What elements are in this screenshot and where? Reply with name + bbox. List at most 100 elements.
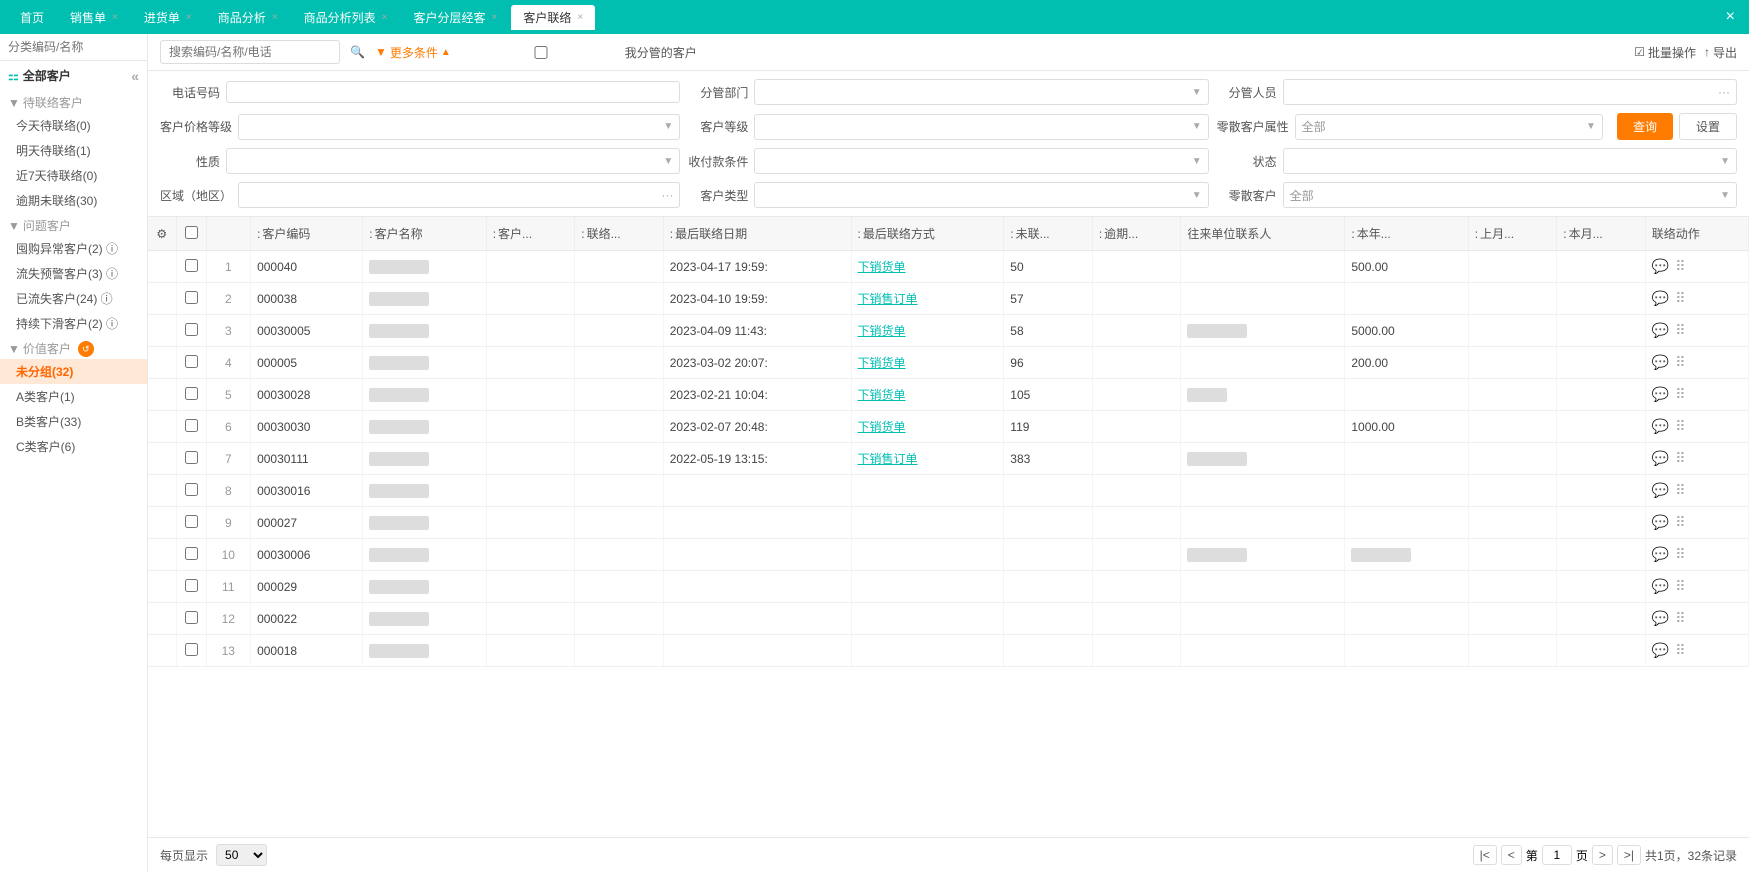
contact-method-link[interactable]: 下销售订单 <box>858 452 918 466</box>
last-month-col-header[interactable]: : 上月... <box>1468 217 1557 251</box>
inter-contact-col-header[interactable]: 往来单位联系人 <box>1181 217 1345 251</box>
contact-method-link[interactable]: 下销货单 <box>858 420 906 434</box>
row-checkbox-cell[interactable] <box>176 603 206 635</box>
row-checkbox-cell[interactable] <box>176 635 206 667</box>
sidebar-item-class-c[interactable]: C类客户(6) <box>0 434 147 459</box>
contact-method-link[interactable]: 下销货单 <box>858 356 906 370</box>
customer-segment-tab-close[interactable]: × <box>491 12 497 23</box>
chat-icon[interactable]: 💬 <box>1652 642 1669 659</box>
status-select[interactable]: ▼ <box>1283 148 1737 174</box>
first-page-btn[interactable]: |< <box>1473 845 1497 865</box>
customer-type-select[interactable]: ▼ <box>754 182 1208 208</box>
code-col-header[interactable]: : 客户编码 <box>251 217 363 251</box>
more-icon[interactable]: ⠿ <box>1675 610 1685 627</box>
row-checkbox-cell[interactable] <box>176 347 206 379</box>
overdue-col-header[interactable]: : 逾期... <box>1092 217 1181 251</box>
nature-select[interactable]: ▼ <box>226 148 680 174</box>
batch-ops-btn[interactable]: ☑ 批量操作 <box>1634 44 1696 61</box>
more-icon[interactable]: ⠿ <box>1675 418 1685 435</box>
tab-home[interactable]: 首页 <box>8 5 56 30</box>
sidebar-item-churn-warning[interactable]: 流失预警客户(3) ⓘ <box>0 261 147 286</box>
row-checkbox-cell[interactable] <box>176 507 206 539</box>
row-checkbox[interactable] <box>185 355 198 368</box>
more-icon[interactable]: ⠿ <box>1675 514 1685 531</box>
row-checkbox[interactable] <box>185 451 198 464</box>
contact-method-link[interactable]: 下销货单 <box>858 388 906 402</box>
tab-customer-contact[interactable]: 客户联络 × <box>511 5 595 30</box>
contact-method-link[interactable]: 下销货单 <box>858 324 906 338</box>
contact-col-header[interactable]: : 联络... <box>575 217 664 251</box>
no-contact-col-header[interactable]: : 未联... <box>1004 217 1093 251</box>
row-checkbox[interactable] <box>185 547 198 560</box>
row-checkbox-cell[interactable] <box>176 283 206 315</box>
tab-product-analysis-list[interactable]: 商品分析列表 × <box>292 5 400 30</box>
chat-icon[interactable]: 💬 <box>1652 418 1669 435</box>
name-col-header[interactable]: : 客户名称 <box>363 217 486 251</box>
filter-search-icon[interactable]: 🔍 <box>350 45 365 59</box>
more-icon[interactable]: ⠿ <box>1675 322 1685 339</box>
sales-tab-close[interactable]: × <box>112 12 118 23</box>
row-checkbox[interactable] <box>185 515 198 528</box>
phone-input[interactable] <box>226 81 680 103</box>
chat-icon[interactable]: 💬 <box>1652 578 1669 595</box>
chat-icon[interactable]: 💬 <box>1652 546 1669 563</box>
more-icon[interactable]: ⠿ <box>1675 482 1685 499</box>
tab-product-analysis[interactable]: 商品分析 × <box>206 5 290 30</box>
window-close-button[interactable]: × <box>1720 8 1741 26</box>
my-customers-checkbox-label[interactable]: 我分管的客户 <box>461 44 697 61</box>
price-level-select[interactable]: ▼ <box>238 114 680 140</box>
more-icon[interactable]: ⠿ <box>1675 642 1685 659</box>
this-month-col-header[interactable]: : 本月... <box>1557 217 1646 251</box>
row-checkbox-cell[interactable] <box>176 411 206 443</box>
more-icon[interactable]: ⠿ <box>1675 354 1685 371</box>
my-customers-checkbox[interactable] <box>461 46 621 59</box>
query-button[interactable]: 查询 <box>1617 113 1673 140</box>
reset-button[interactable]: 设置 <box>1679 113 1737 140</box>
settings-col-header[interactable]: ⚙ <box>148 217 176 251</box>
retail-attr-select[interactable]: 全部 ▼ <box>1295 114 1603 140</box>
row-checkbox-cell[interactable] <box>176 315 206 347</box>
chat-icon[interactable]: 💬 <box>1652 514 1669 531</box>
this-year-col-header[interactable]: : 本年... <box>1345 217 1468 251</box>
chat-icon[interactable]: 💬 <box>1652 482 1669 499</box>
sidebar-item-class-a[interactable]: A类客户(1) <box>0 384 147 409</box>
customer-contact-tab-close[interactable]: × <box>577 12 583 23</box>
last-date-col-header[interactable]: : 最后联络日期 <box>663 217 851 251</box>
purchase-tab-close[interactable]: × <box>186 12 192 23</box>
row-checkbox[interactable] <box>185 483 198 496</box>
chat-icon[interactable]: 💬 <box>1652 386 1669 403</box>
sidebar-item-7days-pending[interactable]: 近7天待联络(0) <box>0 163 147 188</box>
sidebar-item-today-pending[interactable]: 今天待联络(0) <box>0 113 147 138</box>
customer-level-select[interactable]: ▼ <box>754 114 1208 140</box>
chat-icon[interactable]: 💬 <box>1652 354 1669 371</box>
sidebar-item-hoarding-abnormal[interactable]: 囤购异常客户(2) ⓘ <box>0 236 147 261</box>
more-icon[interactable]: ⠿ <box>1675 290 1685 307</box>
row-checkbox[interactable] <box>185 643 198 656</box>
contact-method-link[interactable]: 下销售订单 <box>858 292 918 306</box>
chat-icon[interactable]: 💬 <box>1652 322 1669 339</box>
export-btn[interactable]: ↑ 导出 <box>1704 44 1737 61</box>
page-size-select[interactable]: 50 100 200 <box>216 844 267 866</box>
region-select[interactable]: ··· <box>238 182 680 208</box>
last-method-col-header[interactable]: : 最后联络方式 <box>851 217 1004 251</box>
product-analysis-list-tab-close[interactable]: × <box>382 12 388 23</box>
row-checkbox-cell[interactable] <box>176 539 206 571</box>
page-number-input[interactable] <box>1542 845 1572 865</box>
search-input[interactable] <box>160 40 340 64</box>
chat-icon[interactable]: 💬 <box>1652 450 1669 467</box>
chat-icon[interactable]: 💬 <box>1652 258 1669 275</box>
type-col-header[interactable]: : 客户... <box>486 217 575 251</box>
prev-page-btn[interactable]: < <box>1501 845 1522 865</box>
next-page-btn[interactable]: > <box>1592 845 1613 865</box>
row-checkbox[interactable] <box>185 611 198 624</box>
row-checkbox-cell[interactable] <box>176 379 206 411</box>
chat-icon[interactable]: 💬 <box>1652 290 1669 307</box>
row-checkbox[interactable] <box>185 291 198 304</box>
more-conditions-btn[interactable]: ▼ 更多条件 ▲ <box>375 44 451 61</box>
chat-icon[interactable]: 💬 <box>1652 610 1669 627</box>
row-checkbox-cell[interactable] <box>176 443 206 475</box>
row-checkbox[interactable] <box>185 259 198 272</box>
row-checkbox-cell[interactable] <box>176 251 206 283</box>
retail-customer-select[interactable]: 全部 ▼ <box>1283 182 1737 208</box>
sidebar-item-lost-customers[interactable]: 已流失客户(24) ⓘ <box>0 286 147 311</box>
